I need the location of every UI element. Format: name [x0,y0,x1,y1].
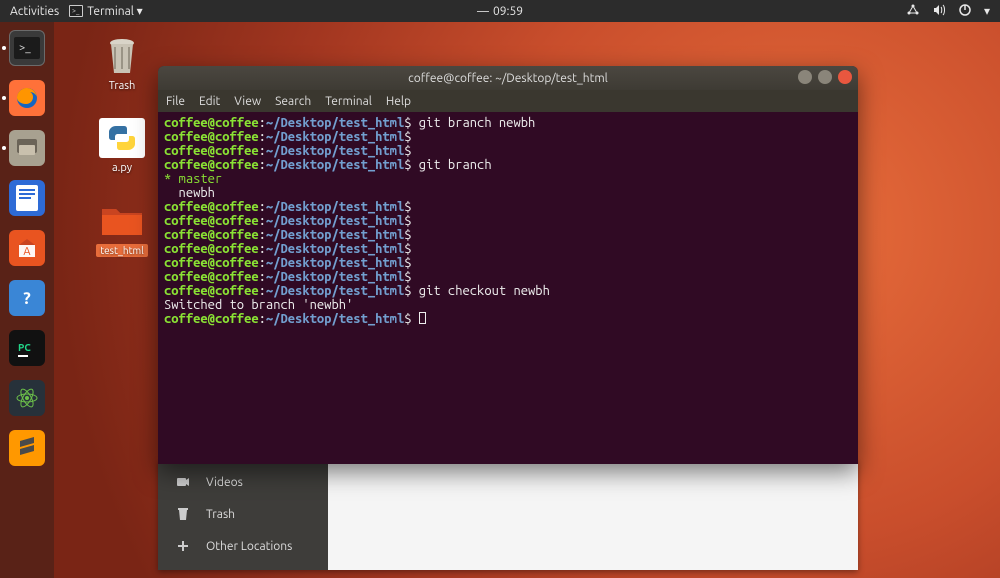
volume-icon[interactable] [932,3,946,20]
dock-help[interactable]: ? [9,280,45,316]
plus-icon [176,539,190,553]
dock-sublime[interactable] [9,430,45,466]
app-menu-label: Terminal ▾ [87,4,142,18]
menu-edit[interactable]: Edit [199,95,220,108]
top-bar: Activities >_ Terminal ▾ — 09:59 ▾ [0,0,1000,22]
desktop-folder-testhtml[interactable]: test_html [90,200,154,257]
video-icon [176,475,190,489]
menu-terminal[interactable]: Terminal [325,95,372,108]
svg-text:?: ? [23,289,31,308]
dock: >_ A ? PC [0,22,54,578]
files-window: Videos Trash Other Locations [158,460,858,570]
chevron-down-icon[interactable]: ▾ [984,4,990,18]
terminal-window: coffee@coffee: ~/Desktop/test_html File … [158,66,858,464]
dock-software[interactable]: A [9,230,45,266]
sidebar-item-label: Videos [206,476,243,489]
dock-terminal[interactable]: >_ [9,30,45,66]
folder-icon [99,200,145,240]
terminal-icon: >_ [69,5,83,17]
svg-text:PC: PC [18,342,31,353]
sidebar-item-other-locations[interactable]: Other Locations [158,530,328,562]
dock-files[interactable] [9,130,45,166]
terminal-menubar: File Edit View Search Terminal Help [158,90,858,112]
power-icon[interactable] [958,3,972,20]
window-maximize-button[interactable] [818,70,832,84]
svg-text:>_: >_ [72,7,80,15]
menu-file[interactable]: File [166,95,185,108]
window-minimize-button[interactable] [798,70,812,84]
dock-atom[interactable] [9,380,45,416]
terminal-content[interactable]: coffee@coffee:~/Desktop/test_html$ git b… [158,112,858,330]
app-menu-indicator[interactable]: >_ Terminal ▾ [69,4,142,18]
menu-help[interactable]: Help [386,95,411,108]
desktop-trash[interactable]: Trash [90,36,154,92]
desktop-trash-label: Trash [109,80,136,92]
desktop-file-apy[interactable]: a.py [90,118,154,174]
window-close-button[interactable] [838,70,852,84]
window-title: coffee@coffee: ~/Desktop/test_html [408,72,608,85]
clock[interactable]: — 09:59 [477,5,523,18]
files-content-area[interactable] [328,460,858,570]
sidebar-item-label: Trash [206,508,235,521]
window-titlebar[interactable]: coffee@coffee: ~/Desktop/test_html [158,66,858,90]
menu-search[interactable]: Search [275,95,311,108]
svg-text:>_: >_ [19,42,31,54]
sidebar-item-trash[interactable]: Trash [158,498,328,530]
sidebar-item-videos[interactable]: Videos [158,466,328,498]
network-icon[interactable] [906,3,920,20]
dock-pycharm[interactable]: PC [9,330,45,366]
files-sidebar: Videos Trash Other Locations [158,460,328,570]
sidebar-item-label: Other Locations [206,540,292,553]
activities-button[interactable]: Activities [10,5,59,18]
trash-icon [176,507,190,521]
trash-icon [99,36,145,76]
svg-text:A: A [23,246,31,258]
dock-firefox[interactable] [9,80,45,116]
desktop-folder-label: test_html [96,244,148,257]
desktop-apy-label: a.py [112,162,132,174]
dock-writer[interactable] [9,180,45,216]
menu-view[interactable]: View [234,95,261,108]
python-file-icon [99,118,145,158]
